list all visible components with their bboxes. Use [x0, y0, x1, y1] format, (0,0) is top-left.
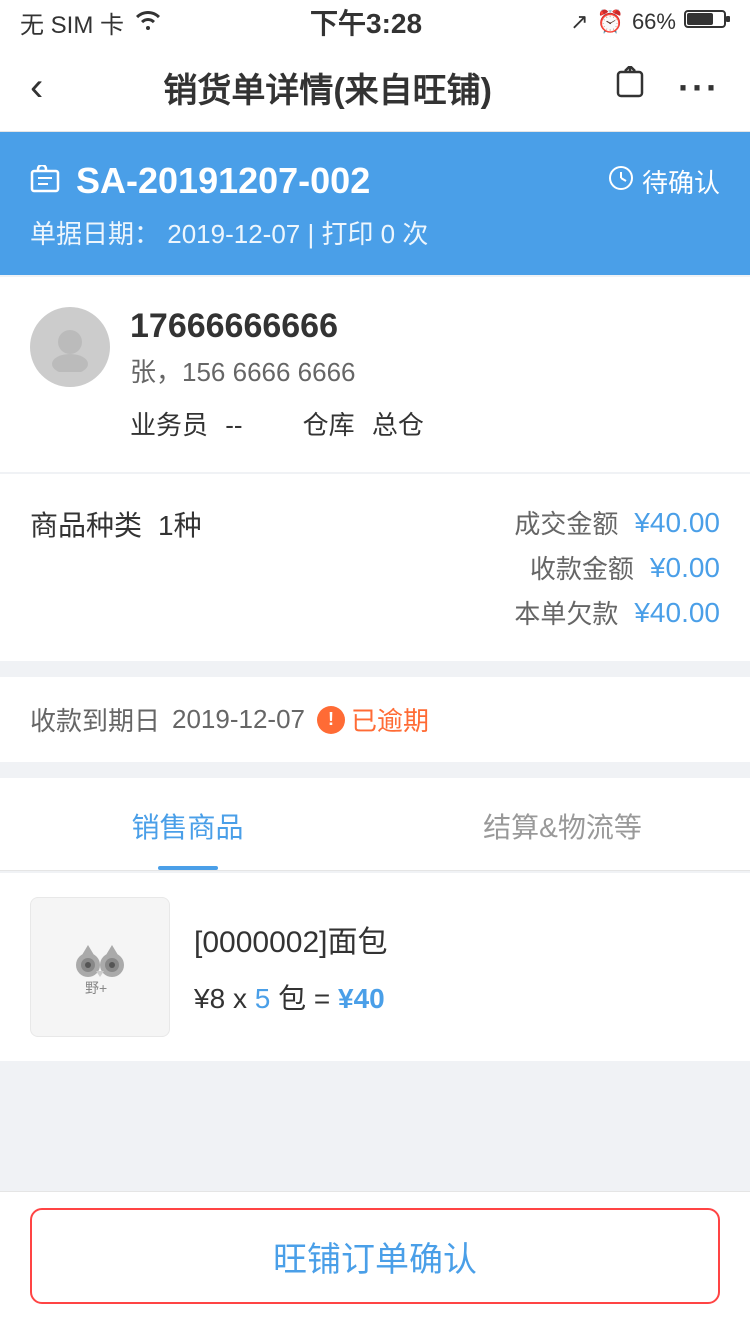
nav-bar-actions: ···: [612, 66, 720, 109]
product-price-row: ¥8 x 5 包 = ¥40: [194, 977, 720, 1017]
owed-amount-row: 本单欠款 ¥40.00: [514, 594, 720, 631]
customer-phone: 17666666666: [130, 307, 720, 346]
status-text: 待确认: [642, 163, 720, 200]
amount-fields: 成交金额 ¥40.00 收款金额 ¥0.00 本单欠款 ¥40.00: [514, 504, 720, 631]
clock-icon: [608, 165, 634, 198]
page-title: 销货单详情(来自旺铺): [163, 63, 492, 112]
more-icon[interactable]: ···: [678, 67, 720, 109]
warehouse-field: 仓库 总仓: [303, 405, 424, 442]
nav-bar: ‹ 销货单详情(来自旺铺) ···: [0, 44, 750, 132]
tab-products[interactable]: 销售商品: [0, 778, 375, 870]
overdue-icon: !: [317, 706, 345, 734]
tabs-nav: 销售商品 结算&物流等: [0, 778, 750, 871]
product-name: [0000002]面包: [194, 917, 720, 961]
share-icon[interactable]: [612, 66, 648, 109]
customer-name: 张，156 6666 6666: [130, 352, 720, 389]
product-item: 野+ [0000002]面包 ¥8 x 5 包 = ¥40: [0, 873, 750, 1061]
status-bar-left: 无 SIM 卡: [20, 5, 162, 40]
tab-settlement[interactable]: 结算&物流等: [375, 778, 750, 870]
wifi-icon: [134, 8, 162, 37]
status-bar-time: 下午3:28: [310, 2, 422, 42]
customer-section: 17666666666 张，156 6666 6666 业务员 -- 仓库 总仓: [0, 277, 750, 472]
due-date-section: 收款到期日 2019-12-07 ! 已逾期: [0, 677, 750, 762]
svg-text:野+: 野+: [85, 980, 107, 996]
carrier-label: 无 SIM 卡: [20, 5, 124, 40]
status-badge: 待确认: [608, 163, 720, 200]
customer-details: 17666666666 张，156 6666 6666 业务员 -- 仓库 总仓: [130, 307, 720, 442]
tabs-section: 销售商品 结算&物流等: [0, 778, 750, 871]
due-date-value: 2019-12-07: [172, 704, 305, 735]
summary-grid: 商品种类 1种 成交金额 ¥40.00 收款金额 ¥0.00 本单欠款 ¥40.…: [30, 504, 720, 631]
received-amount-row: 收款金额 ¥0.00: [530, 549, 720, 586]
deal-amount-row: 成交金额 ¥40.00: [514, 504, 720, 541]
overdue-text: 已逾期: [351, 701, 429, 738]
summary-section: 商品种类 1种 成交金额 ¥40.00 收款金额 ¥0.00 本单欠款 ¥40.…: [0, 474, 750, 661]
overdue-badge: ! 已逾期: [317, 701, 429, 738]
confirm-order-button[interactable]: 旺铺订单确认: [30, 1208, 720, 1304]
back-button[interactable]: ‹: [30, 65, 43, 110]
order-id: SA-20191207-002: [30, 160, 370, 202]
due-date-label: 收款到期日: [30, 701, 160, 738]
battery-label: 66%: [632, 9, 676, 35]
status-bar-right: ↗ ⏰ 66%: [570, 8, 730, 36]
avatar: [30, 307, 110, 387]
product-thumbnail: 野+: [30, 897, 170, 1037]
alarm-icon: ⏰: [597, 9, 624, 35]
salesperson-field: 业务员 --: [130, 405, 243, 442]
customer-meta: 业务员 -- 仓库 总仓: [130, 405, 720, 442]
battery-icon: [684, 8, 730, 36]
order-icon: [30, 160, 66, 202]
customer-info: 17666666666 张，156 6666 6666 业务员 -- 仓库 总仓: [30, 307, 720, 442]
location-icon: ↗: [570, 9, 588, 35]
product-details: [0000002]面包 ¥8 x 5 包 = ¥40: [194, 917, 720, 1017]
product-type-field: 商品种类 1种: [30, 504, 202, 544]
bottom-bar: 旺铺订单确认: [0, 1191, 750, 1334]
status-bar: 无 SIM 卡 下午3:28 ↗ ⏰ 66%: [0, 0, 750, 44]
order-meta: 单据日期： 2019-12-07 | 打印 0 次: [30, 214, 720, 251]
order-header-card: SA-20191207-002 待确认 单据日期： 2019-12-07 | 打…: [0, 132, 750, 275]
